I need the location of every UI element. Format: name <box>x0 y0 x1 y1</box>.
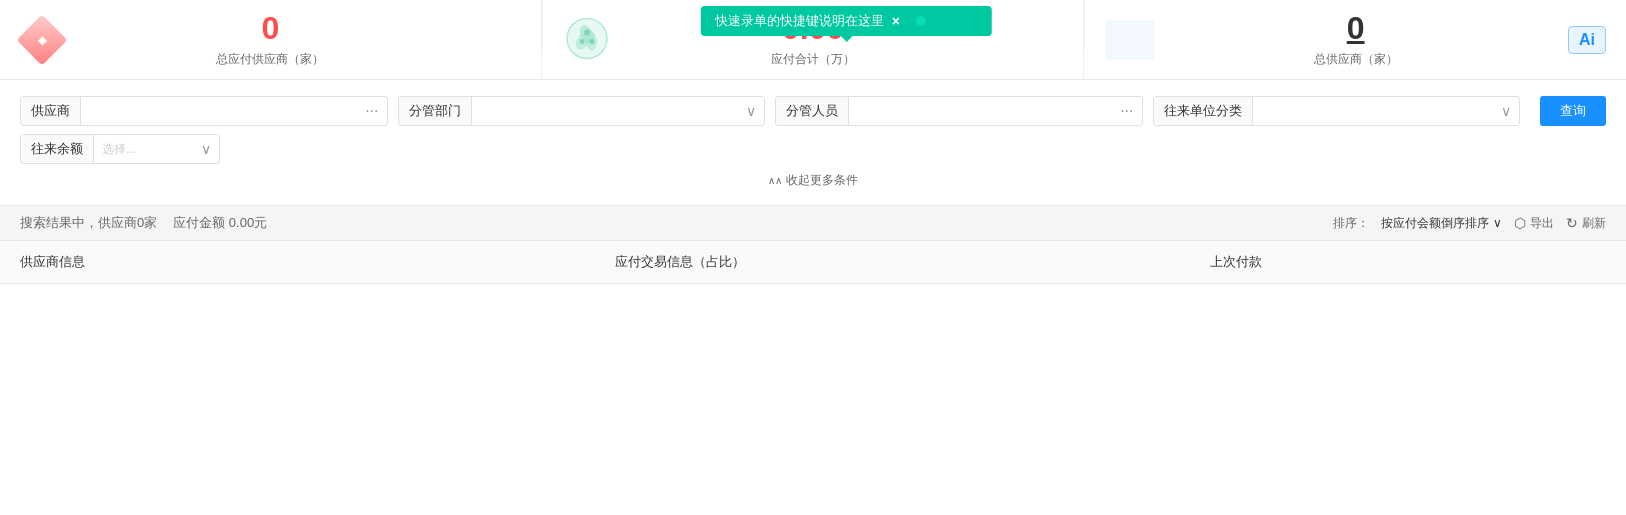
refresh-button[interactable]: ↻ 刷新 <box>1566 215 1606 232</box>
supplier-icon-bg <box>1105 20 1155 60</box>
department-filter[interactable]: 分管部门 ∨ <box>398 96 766 126</box>
person-filter[interactable]: 分管人员 ··· <box>775 96 1143 126</box>
results-bar: 搜索结果中，供应商0家 应付金额 0.00元 排序： 按应付会额倒序排序 ∨ ⬡… <box>0 206 1626 241</box>
sort-label: 排序： <box>1333 215 1369 232</box>
refresh-label: 刷新 <box>1582 215 1606 232</box>
supplier-label: 供应商 <box>21 97 81 125</box>
stat3-value: 0 <box>1347 11 1365 46</box>
unit-class-label: 往来单位分类 <box>1154 97 1253 125</box>
svg-point-5 <box>579 39 584 44</box>
filter-actions: 查询 <box>1540 96 1606 126</box>
stat-payable-total: 快速录单的快捷键说明在这里 × 0.00 应付合计（万） <box>543 0 1085 79</box>
stat-payable-suppliers: ◆ 0 总应付供应商（家） <box>0 0 542 79</box>
table-col-supplier-info: 供应商信息 <box>20 253 615 271</box>
stat-total-suppliers: 0 总供应商（家） Ai <box>1085 0 1626 79</box>
filter-section: 供应商 ··· 分管部门 ∨ 分管人员 ··· 往来单位分类 <box>0 80 1626 206</box>
sort-chevron-icon: ∨ <box>1493 216 1502 230</box>
person-input-area[interactable]: ··· <box>849 102 1142 120</box>
svg-point-4 <box>584 29 590 35</box>
stat1-group: 0 总应付供应商（家） <box>216 11 324 67</box>
result-suppliers-count: 搜索结果中，供应商0家 <box>20 214 157 232</box>
department-input-area[interactable]: ∨ <box>472 103 765 119</box>
balance-chevron-icon[interactable]: ∨ <box>201 141 211 157</box>
unit-class-chevron-icon[interactable]: ∨ <box>1501 103 1511 119</box>
results-actions: 排序： 按应付会额倒序排序 ∨ ⬡ 导出 ↻ 刷新 <box>1333 215 1606 232</box>
person-label: 分管人员 <box>776 97 849 125</box>
export-label: 导出 <box>1530 215 1554 232</box>
filter-row-1: 供应商 ··· 分管部门 ∨ 分管人员 ··· 往来单位分类 <box>20 96 1606 126</box>
stats-bar: ◆ 0 总应付供应商（家） 快速录单的快捷键说明在这里 × <box>0 0 1626 80</box>
balance-select[interactable]: 选择... ∨ <box>94 141 219 158</box>
stat1-value: 0 <box>261 11 279 46</box>
table-col-transaction-info: 应付交易信息（占比） <box>615 253 1210 271</box>
tooltip-close-btn[interactable]: × <box>892 13 900 29</box>
stat2-label: 应付合计（万） <box>771 51 855 68</box>
export-icon: ⬡ <box>1514 215 1526 231</box>
supplier-filter[interactable]: 供应商 ··· <box>20 96 388 126</box>
result-amount: 应付金额 0.00元 <box>173 214 267 232</box>
tooltip-text: 快速录单的快捷键说明在这里 <box>715 12 884 30</box>
collapse-button[interactable]: ∧∧ 收起更多条件 <box>756 168 870 193</box>
diamond-logo: ◆ <box>20 18 64 62</box>
balance-filter[interactable]: 往来余额 选择... ∨ <box>20 134 220 164</box>
table-body <box>0 284 1626 515</box>
balance-label: 往来余额 <box>21 135 94 163</box>
department-chevron-icon[interactable]: ∨ <box>746 103 756 119</box>
tooltip-box: 快速录单的快捷键说明在这里 × <box>701 6 992 36</box>
rice-icon <box>563 14 611 62</box>
table-header: 供应商信息 应付交易信息（占比） 上次付款 <box>0 241 1626 284</box>
collapse-up-icon: ∧∧ <box>768 175 782 186</box>
refresh-icon: ↻ <box>1566 215 1578 231</box>
collapse-label: 收起更多条件 <box>786 172 858 189</box>
results-summary: 搜索结果中，供应商0家 应付金额 0.00元 <box>20 214 267 232</box>
tooltip-line <box>938 20 978 22</box>
export-button[interactable]: ⬡ 导出 <box>1514 215 1554 232</box>
filter-row-2: 往来余额 选择... ∨ <box>20 134 1606 164</box>
department-label: 分管部门 <box>399 97 472 125</box>
supplier-input-area[interactable]: ··· <box>81 102 387 120</box>
table-col-last-payment: 上次付款 <box>1210 253 1607 271</box>
sort-value: 按应付会额倒序排序 <box>1381 215 1489 232</box>
query-button[interactable]: 查询 <box>1540 96 1606 126</box>
svg-point-6 <box>589 39 594 44</box>
balance-placeholder: 选择... <box>102 141 136 158</box>
ai-badge[interactable]: Ai <box>1568 26 1606 54</box>
stat3-label: 总供应商（家） <box>1314 51 1398 68</box>
supplier-dots-icon[interactable]: ··· <box>365 102 378 120</box>
table-section: 供应商信息 应付交易信息（占比） 上次付款 <box>0 241 1626 515</box>
stat1-label: 总应付供应商（家） <box>216 51 324 68</box>
tooltip-dot <box>916 16 926 26</box>
person-dots-icon[interactable]: ··· <box>1120 102 1133 120</box>
sort-dropdown[interactable]: 按应付会额倒序排序 ∨ <box>1381 215 1502 232</box>
unit-class-filter[interactable]: 往来单位分类 ∨ <box>1153 96 1521 126</box>
stat3-group: 0 总供应商（家） <box>1314 11 1398 67</box>
unit-class-input-area[interactable]: ∨ <box>1253 103 1520 119</box>
